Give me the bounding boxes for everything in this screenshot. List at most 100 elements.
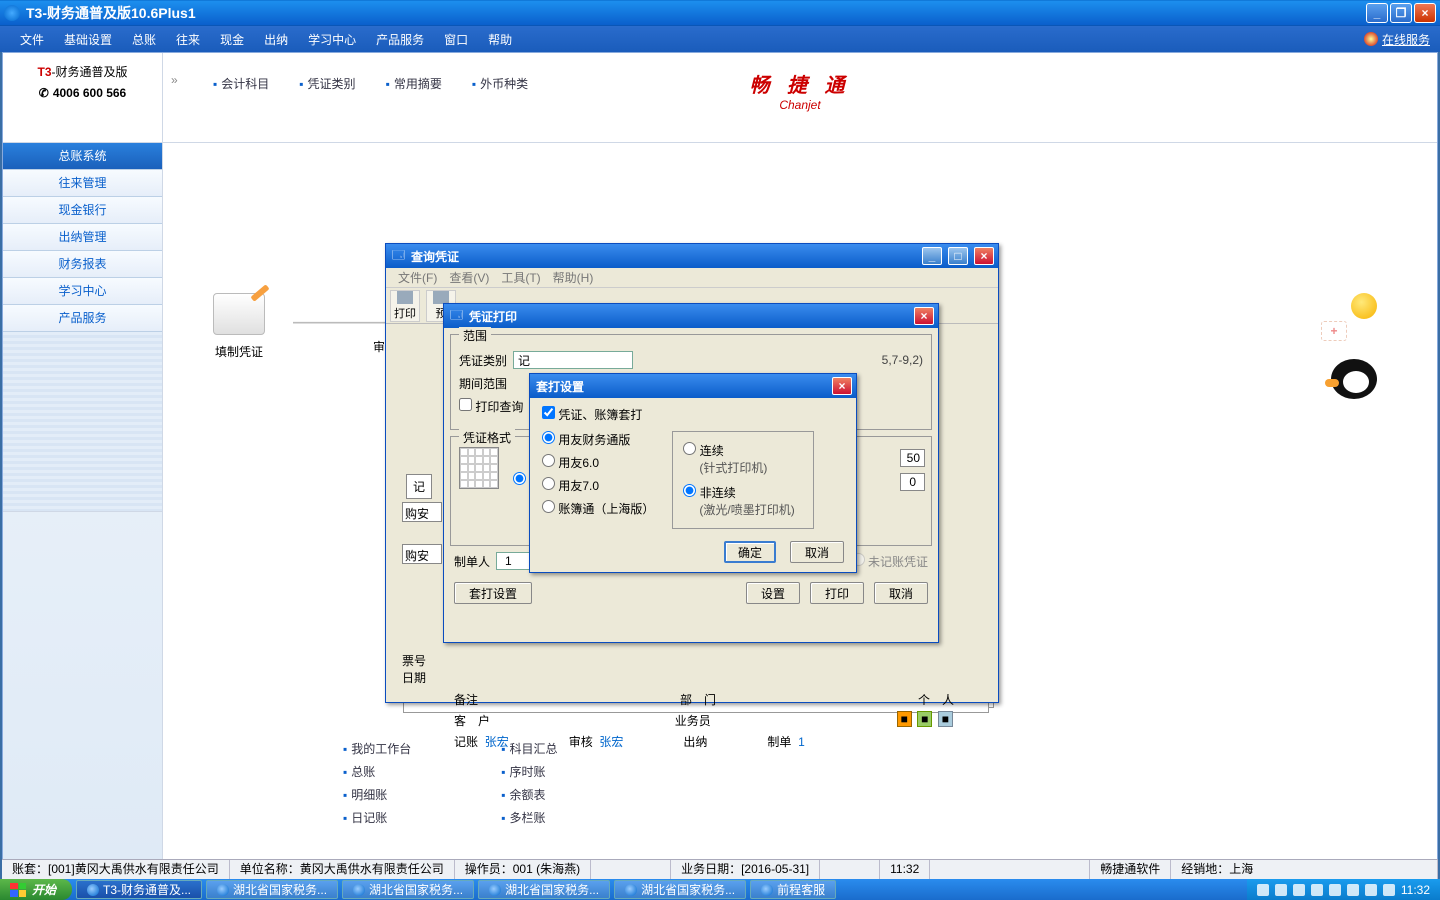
lbl-date: 日期 <box>402 671 426 685</box>
printer-icon <box>397 291 413 304</box>
add-widget[interactable]: + <box>1321 321 1347 341</box>
rb-cont[interactable]: 连续 <box>683 444 723 458</box>
task-ie3[interactable]: 湖北省国家税务... <box>478 880 610 899</box>
btn-template[interactable]: 套打设置 <box>454 582 532 604</box>
bl-mywork[interactable]: ▪我的工作台 <box>343 737 411 760</box>
sidebar-item-report[interactable]: 财务报表 <box>3 251 162 278</box>
auditor-val: 张宏 <box>599 735 623 749</box>
link-currency[interactable]: ▪外币种类 <box>472 75 528 92</box>
menu-window[interactable]: 窗口 <box>434 31 478 48</box>
bl-journal[interactable]: ▪日记账 <box>343 806 411 829</box>
rb-cwt[interactable]: 用友财务通版 <box>542 431 654 448</box>
sidebar-item-learn[interactable]: 学习中心 <box>3 278 162 305</box>
qm-view[interactable]: 查看(V) <box>445 269 493 286</box>
menu-file[interactable]: 文件 <box>10 31 54 48</box>
rb-noncont[interactable]: 非连续 <box>683 486 735 500</box>
menu-learn[interactable]: 学习中心 <box>298 31 366 48</box>
tray-icon[interactable] <box>1275 884 1287 896</box>
voucher-icon <box>213 293 265 335</box>
start-button[interactable]: 开始 <box>0 879 72 900</box>
expand-button[interactable]: » <box>171 73 176 87</box>
type-input[interactable] <box>513 351 633 369</box>
tpl-ok[interactable]: 确定 <box>724 541 776 563</box>
radio-unposted[interactable]: 未记账凭证 <box>852 555 928 569</box>
print-close[interactable]: × <box>914 307 934 325</box>
brand-logo: 畅 捷 通 Chanjet <box>749 69 850 112</box>
link-vouchertype[interactable]: ▪凭证类别 <box>299 75 355 92</box>
query-min[interactable]: _ <box>922 247 942 265</box>
chk-master[interactable]: 凭证、账簿套打 <box>542 408 642 422</box>
rb-uy6[interactable]: 用友6.0 <box>542 454 654 471</box>
bl-detail[interactable]: ▪明细账 <box>343 783 411 806</box>
support-icon <box>761 884 773 896</box>
tpl-title: 套打设置 <box>536 378 826 395</box>
bl-multi[interactable]: ▪多栏账 <box>501 806 557 829</box>
btn-settings[interactable]: 设置 <box>746 582 800 604</box>
task-ie2[interactable]: 湖北省国家税务... <box>342 880 474 899</box>
tray-icon[interactable] <box>1257 884 1269 896</box>
rb-uy7[interactable]: 用友7.0 <box>542 477 654 494</box>
menu-product[interactable]: 产品服务 <box>366 31 434 48</box>
btn-cancel[interactable]: 取消 <box>874 582 928 604</box>
sidebar-item-arap[interactable]: 往来管理 <box>3 170 162 197</box>
bulb-icon[interactable] <box>1351 293 1377 319</box>
audit-label: 审 <box>373 338 385 355</box>
lbl-person: 个 人 <box>918 691 954 708</box>
app-mini-icon <box>87 884 99 896</box>
online-link[interactable]: 在线服务 <box>1382 31 1430 48</box>
menu-cash[interactable]: 现金 <box>210 31 254 48</box>
num-0: 0 <box>900 473 925 491</box>
btn-print[interactable]: 打印 <box>810 582 864 604</box>
qm-tool[interactable]: 工具(T) <box>497 269 544 286</box>
qm-file[interactable]: 文件(F) <box>394 269 441 286</box>
tray-icon[interactable] <box>1311 884 1323 896</box>
tpl-cancel[interactable]: 取消 <box>790 541 844 563</box>
link-subjects[interactable]: ▪会计科目 <box>213 75 269 92</box>
sidebar-item-gl[interactable]: 总账系统 <box>3 143 162 170</box>
menu-cashier[interactable]: 出纳 <box>254 31 298 48</box>
tray-icon[interactable] <box>1383 884 1395 896</box>
online-icon <box>1364 32 1378 46</box>
tray-icon[interactable] <box>1329 884 1341 896</box>
link-summary[interactable]: ▪常用摘要 <box>386 75 442 92</box>
task-ie4[interactable]: 湖北省国家税务... <box>614 880 746 899</box>
sidebar-item-product[interactable]: 产品服务 <box>3 305 162 332</box>
tray-icon[interactable] <box>1365 884 1377 896</box>
cell-1: 购安 <box>402 502 442 522</box>
chk-query[interactable]: 打印查询 <box>459 398 523 415</box>
tray-icon[interactable] <box>1293 884 1305 896</box>
fill-voucher[interactable]: 填制凭证 <box>213 293 265 360</box>
tray-icon[interactable] <box>1347 884 1359 896</box>
menu-gl[interactable]: 总账 <box>122 31 166 48</box>
minimize-button[interactable]: _ <box>1366 3 1388 23</box>
menu-basic[interactable]: 基础设置 <box>54 31 122 48</box>
status-op: 操作员：001 (朱海燕) <box>455 860 591 879</box>
tb-print[interactable]: 打印 <box>390 290 420 322</box>
close-button[interactable]: × <box>1414 3 1436 23</box>
lbl-maker: 制单人 <box>454 553 490 570</box>
task-ie1[interactable]: 湖北省国家税务... <box>206 880 338 899</box>
query-close[interactable]: × <box>974 247 994 265</box>
qq-penguin[interactable] <box>1301 359 1377 401</box>
lbl-cashier: 出纳 <box>683 733 707 750</box>
sidebar-item-cashbank[interactable]: 现金银行 <box>3 197 162 224</box>
ie-icon <box>625 884 637 896</box>
restore-button[interactable]: ❐ <box>1390 3 1412 23</box>
menubar: 文件 基础设置 总账 往来 现金 出纳 学习中心 产品服务 窗口 帮助 在线服务 <box>0 26 1440 52</box>
bl-gl[interactable]: ▪总账 <box>343 760 411 783</box>
menu-arap[interactable]: 往来 <box>166 31 210 48</box>
bl-chrono[interactable]: ▪序时账 <box>501 760 557 783</box>
status-dist: 经销地：上海 <box>1171 860 1438 879</box>
tray-clock[interactable]: 11:32 <box>1401 883 1430 897</box>
tpl-close[interactable]: × <box>832 377 852 395</box>
task-t3[interactable]: T3-财务通普及... <box>76 880 202 899</box>
task-support[interactable]: 前程客服 <box>750 880 836 899</box>
tab-ji[interactable]: 记 <box>413 480 425 494</box>
query-max[interactable]: □ <box>948 247 968 265</box>
rb-sh[interactable]: 账簿通（上海版） <box>542 500 654 517</box>
bl-balance[interactable]: ▪余额表 <box>501 783 557 806</box>
qm-help[interactable]: 帮助(H) <box>549 269 598 286</box>
sidebar-item-cashier[interactable]: 出纳管理 <box>3 224 162 251</box>
menu-help[interactable]: 帮助 <box>478 31 522 48</box>
top-links: ▪会计科目 ▪凭证类别 ▪常用摘要 ▪外币种类 <box>213 75 528 92</box>
